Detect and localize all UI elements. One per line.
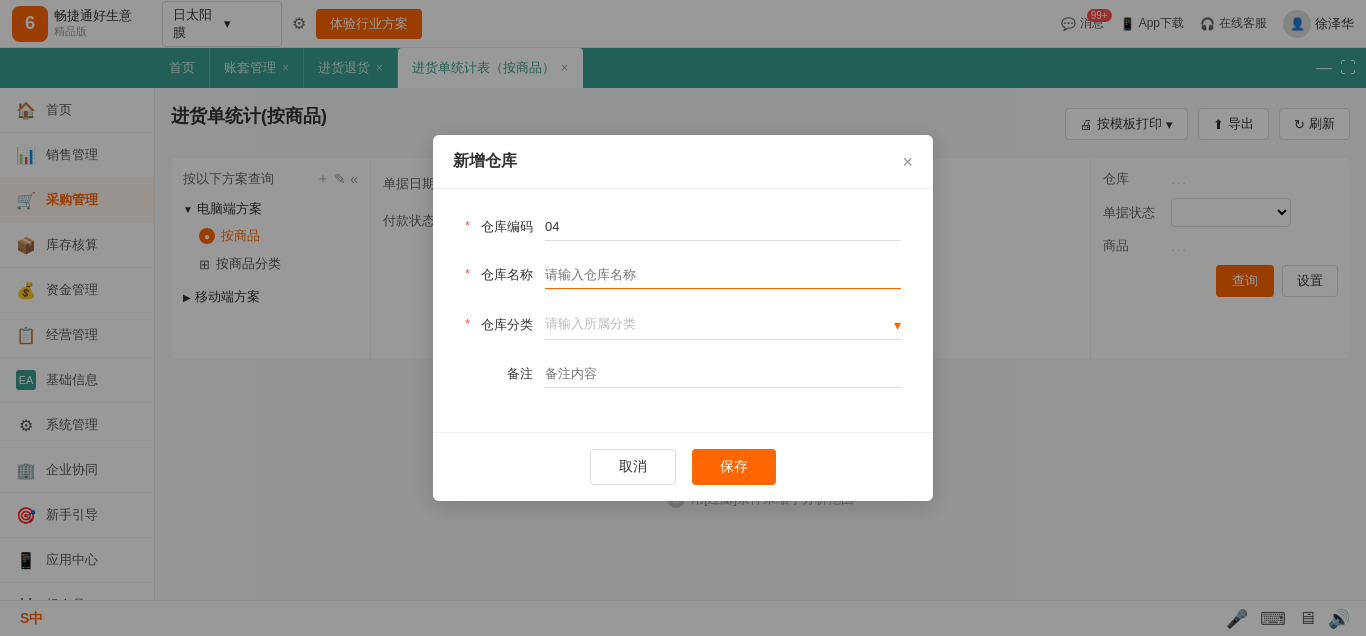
code-label: 仓库编码	[465, 218, 545, 236]
note-label: 备注	[465, 365, 545, 383]
category-select-display[interactable]: 请输入所属分类 ▾	[545, 309, 901, 340]
note-input[interactable]	[545, 360, 901, 388]
category-placeholder: 请输入所属分类	[545, 315, 636, 333]
dialog-footer: 取消 保存	[433, 432, 933, 501]
name-label: 仓库名称	[465, 266, 545, 284]
code-input[interactable]	[545, 213, 901, 241]
category-control: 请输入所属分类 ▾	[545, 309, 901, 340]
save-button[interactable]: 保存	[692, 449, 776, 485]
modal-overlay: 新增仓库 × 仓库编码 仓库名称 仓库分类	[0, 0, 1366, 636]
note-control	[545, 360, 901, 388]
add-warehouse-dialog: 新增仓库 × 仓库编码 仓库名称 仓库分类	[433, 135, 933, 501]
form-row-code: 仓库编码	[465, 213, 901, 241]
dialog-header: 新增仓库 ×	[433, 135, 933, 189]
form-row-note: 备注	[465, 360, 901, 388]
category-arrow-icon: ▾	[894, 317, 901, 333]
form-row-name: 仓库名称	[465, 261, 901, 289]
code-control	[545, 213, 901, 241]
cancel-button[interactable]: 取消	[590, 449, 676, 485]
dialog-title: 新增仓库	[453, 151, 517, 172]
dialog-body: 仓库编码 仓库名称 仓库分类 请输入所属分类 ▾	[433, 189, 933, 432]
name-control	[545, 261, 901, 289]
form-row-category: 仓库分类 请输入所属分类 ▾	[465, 309, 901, 340]
dialog-close-button[interactable]: ×	[902, 153, 913, 171]
category-label: 仓库分类	[465, 316, 545, 334]
name-input[interactable]	[545, 261, 901, 289]
